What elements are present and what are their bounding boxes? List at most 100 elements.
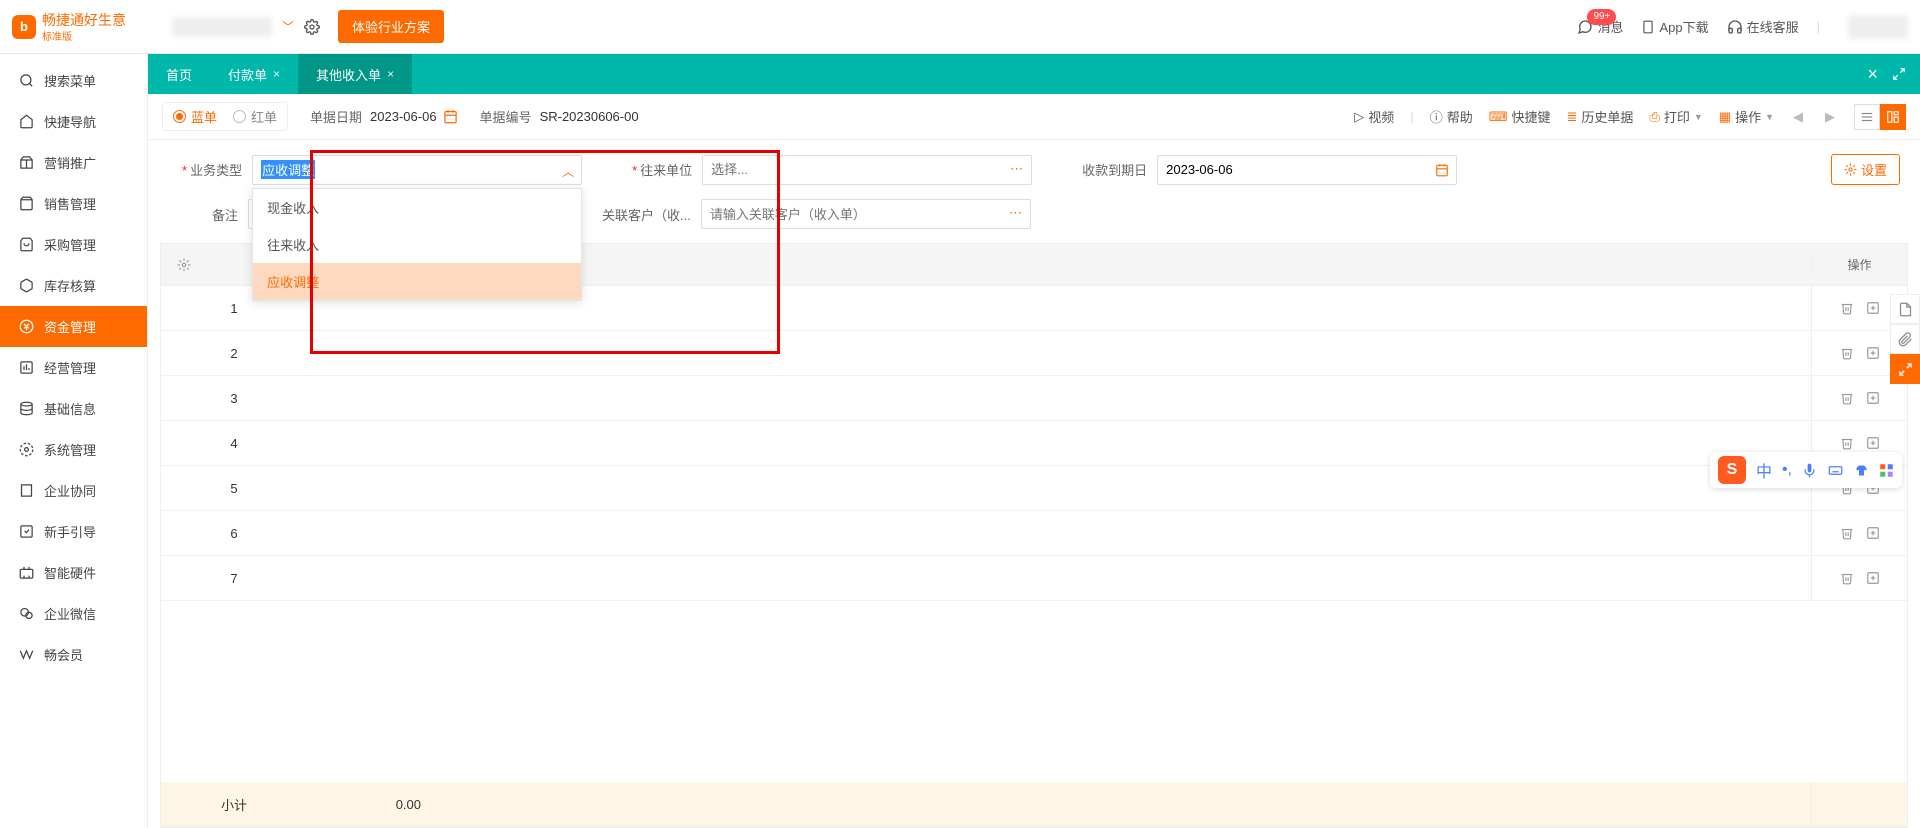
- expand-icon[interactable]: [1892, 67, 1906, 81]
- rail-expand-icon[interactable]: [1890, 354, 1920, 384]
- table-row[interactable]: 6: [161, 511, 1907, 556]
- row-index: 4: [207, 436, 261, 451]
- sidebar-item-report[interactable]: 经营管理: [0, 347, 147, 388]
- settings-button[interactable]: 设置: [1831, 154, 1900, 185]
- sidebar-item-money[interactable]: 资金管理: [0, 306, 147, 347]
- table-row[interactable]: 3: [161, 376, 1907, 421]
- history-link[interactable]: ≣历史单据: [1567, 107, 1634, 126]
- delete-icon[interactable]: [1840, 301, 1854, 315]
- ime-toolbox-icon[interactable]: [1879, 463, 1894, 478]
- biz-type-select[interactable]: 应收调整 ︿ 现金收入 往来收入 应收调整: [252, 155, 582, 185]
- row-index: 7: [207, 571, 261, 586]
- close-icon[interactable]: ×: [387, 67, 394, 81]
- delete-icon[interactable]: [1840, 571, 1854, 585]
- ime-mic-icon[interactable]: [1802, 463, 1817, 478]
- online-service-link[interactable]: 在线客服: [1727, 17, 1799, 36]
- tab-1[interactable]: 付款单×: [210, 54, 298, 94]
- sidebar-item-wx[interactable]: 企业微信: [0, 593, 147, 634]
- partner-field[interactable]: [702, 155, 1032, 185]
- sidebar-item-gift[interactable]: 营销推广: [0, 142, 147, 183]
- delete-icon[interactable]: [1840, 526, 1854, 540]
- dropdown-option[interactable]: 应收调整: [253, 263, 581, 300]
- sidebar-item-box[interactable]: 库存核算: [0, 265, 147, 306]
- table-row[interactable]: 4: [161, 421, 1907, 466]
- dropdown-option[interactable]: 现金收入: [253, 189, 581, 226]
- tab-2[interactable]: 其他收入单×: [298, 54, 412, 94]
- close-icon[interactable]: ×: [273, 67, 280, 81]
- tab-0[interactable]: 首页: [148, 54, 210, 94]
- partner-input[interactable]: ⋯: [702, 155, 1032, 185]
- sidebar-item-home[interactable]: 快捷导航: [0, 101, 147, 142]
- radio-red[interactable]: 红单: [233, 107, 277, 126]
- table-settings-icon[interactable]: [161, 258, 207, 272]
- table-row[interactable]: 5: [161, 466, 1907, 511]
- add-icon[interactable]: [1866, 301, 1880, 315]
- phone-icon: [1641, 19, 1655, 35]
- ime-toolbar[interactable]: S 中 •,: [1710, 452, 1902, 488]
- view-list-button[interactable]: [1854, 104, 1880, 130]
- view-form-button[interactable]: [1880, 104, 1906, 130]
- sidebar-item-db[interactable]: 基础信息: [0, 388, 147, 429]
- messages-link[interactable]: 99+ 消息: [1577, 17, 1623, 36]
- add-icon[interactable]: [1866, 526, 1880, 540]
- ime-punct-icon[interactable]: •,: [1782, 461, 1792, 479]
- trial-button[interactable]: 体验行业方案: [338, 10, 444, 43]
- db-icon: [18, 401, 34, 416]
- add-icon[interactable]: [1866, 436, 1880, 450]
- sidebar-item-label: 库存核算: [44, 276, 96, 295]
- operate-link[interactable]: ▦操作▼: [1719, 107, 1774, 126]
- add-icon[interactable]: [1866, 346, 1880, 360]
- calendar-icon[interactable]: [443, 109, 458, 124]
- org-selector[interactable]: ﹀ 体验行业方案: [172, 10, 444, 43]
- print-link[interactable]: ⎙打印▼: [1649, 107, 1702, 126]
- due-date-input[interactable]: [1157, 155, 1457, 185]
- subtotal-row: 小计 0.00: [161, 782, 1907, 827]
- ime-keyboard-icon[interactable]: [1827, 463, 1844, 478]
- add-icon[interactable]: [1866, 391, 1880, 405]
- next-doc-icon[interactable]: ▶: [1822, 109, 1838, 125]
- partner-label: *往来单位: [632, 160, 692, 179]
- radio-blue[interactable]: 蓝单: [173, 107, 217, 126]
- money-icon: [18, 319, 34, 334]
- sidebar-item-cart[interactable]: 销售管理: [0, 183, 147, 224]
- ime-skin-icon[interactable]: [1854, 463, 1869, 478]
- rail-attach-icon[interactable]: [1890, 324, 1920, 354]
- sidebar-item-label: 畅会员: [44, 645, 83, 664]
- sidebar-item-corp[interactable]: 企业协同: [0, 470, 147, 511]
- sidebar-item-hw[interactable]: 智能硬件: [0, 552, 147, 593]
- close-all-icon[interactable]: ×: [1867, 64, 1878, 85]
- due-date-label: 收款到期日: [1082, 160, 1147, 179]
- assoc-customer-input[interactable]: ⋯: [701, 199, 1031, 229]
- sidebar-item-bag[interactable]: 采购管理: [0, 224, 147, 265]
- sidebar-item-search[interactable]: 搜索菜单: [0, 60, 147, 101]
- assoc-customer-field[interactable]: [701, 199, 1031, 229]
- rail-note-icon[interactable]: [1890, 294, 1920, 324]
- dropdown-option[interactable]: 往来收入: [253, 226, 581, 263]
- sidebar-item-vip[interactable]: 畅会员: [0, 634, 147, 675]
- help-link[interactable]: ⓘ帮助: [1430, 107, 1473, 126]
- ime-lang[interactable]: 中: [1756, 458, 1772, 482]
- app-download-link[interactable]: App下载: [1641, 17, 1708, 36]
- add-icon[interactable]: [1866, 571, 1880, 585]
- more-icon[interactable]: ⋯: [1009, 205, 1023, 221]
- shortcut-link[interactable]: ⌨快捷键: [1489, 107, 1551, 126]
- wx-icon: [18, 606, 34, 621]
- gear-icon[interactable]: [304, 19, 320, 35]
- calendar-icon[interactable]: [1435, 163, 1449, 177]
- vip-icon: [18, 647, 34, 662]
- sidebar-item-label: 经营管理: [44, 358, 96, 377]
- prev-doc-icon[interactable]: ◀: [1790, 109, 1806, 125]
- video-link[interactable]: ▷视频: [1354, 107, 1394, 126]
- due-date-field[interactable]: [1157, 155, 1457, 185]
- more-icon[interactable]: ⋯: [1010, 161, 1024, 177]
- table-row[interactable]: 2: [161, 331, 1907, 376]
- sidebar-item-sys[interactable]: 系统管理: [0, 429, 147, 470]
- table-row[interactable]: 7: [161, 556, 1907, 601]
- delete-icon[interactable]: [1840, 436, 1854, 450]
- user-avatar-blurred[interactable]: [1848, 15, 1908, 39]
- tab-label: 首页: [166, 65, 192, 84]
- delete-icon[interactable]: [1840, 346, 1854, 360]
- delete-icon[interactable]: [1840, 391, 1854, 405]
- doc-date-value[interactable]: 2023-06-06: [370, 109, 437, 124]
- sidebar-item-guide[interactable]: 新手引导: [0, 511, 147, 552]
